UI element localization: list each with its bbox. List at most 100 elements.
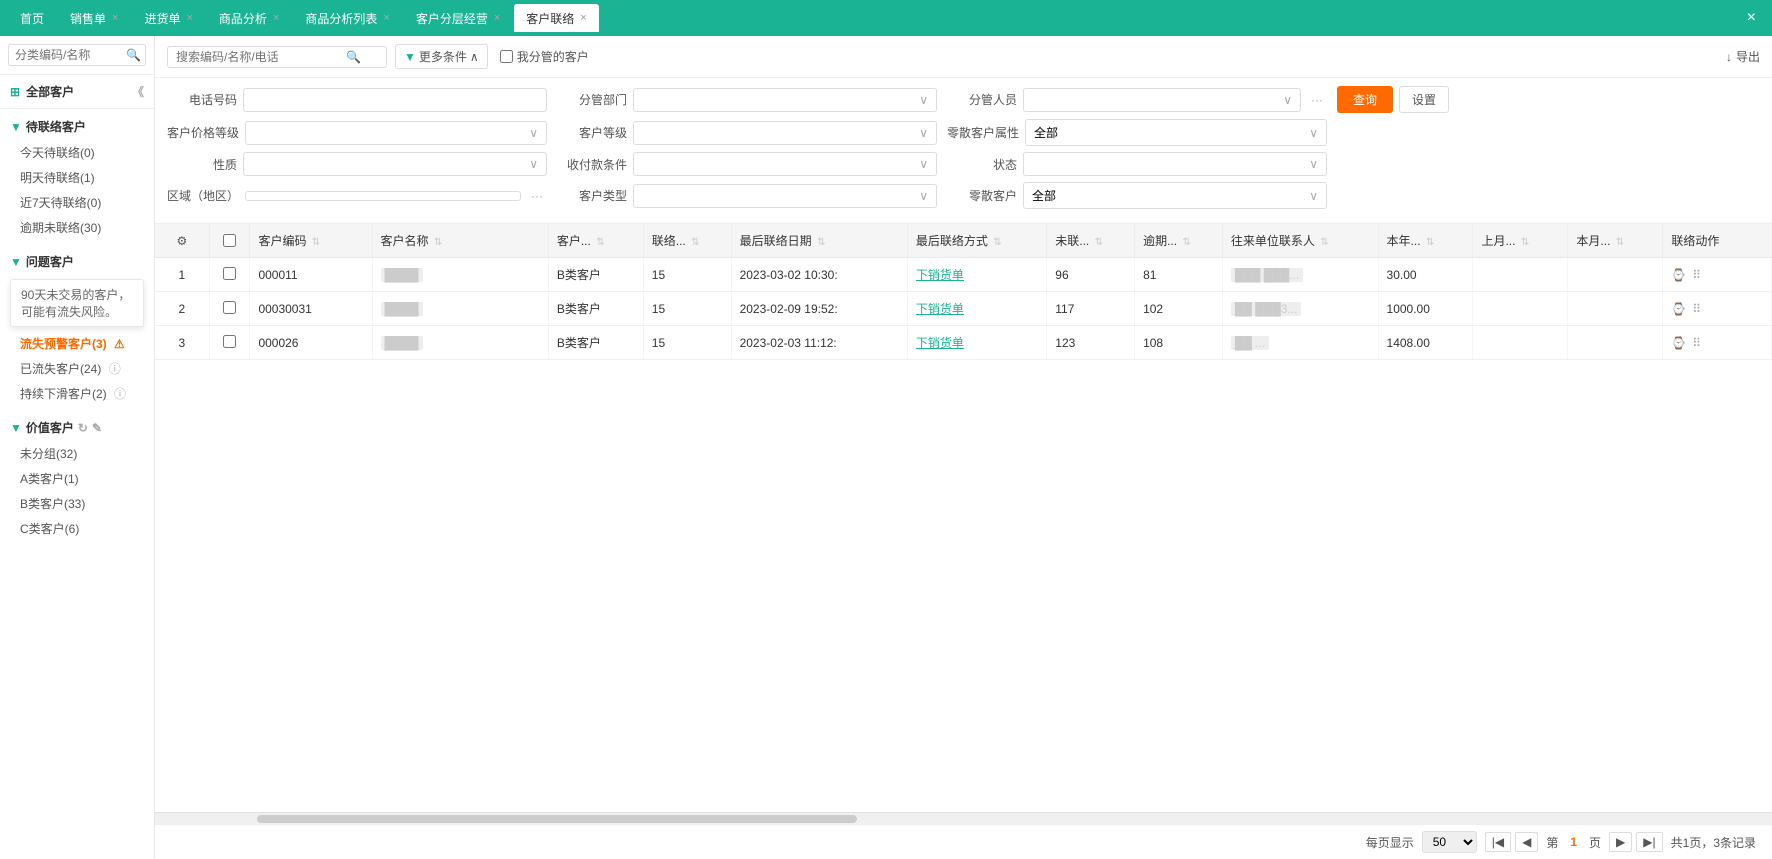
prev-page-btn[interactable]: ◀	[1515, 832, 1538, 852]
method-link-1[interactable]: 下销货单	[916, 302, 964, 316]
settings-button[interactable]: 设置	[1399, 86, 1449, 113]
settings-col-icon[interactable]: ⚙	[163, 234, 201, 248]
first-page-btn[interactable]: |◀	[1485, 832, 1511, 852]
window-close-button[interactable]: ×	[1739, 9, 1764, 27]
page-size-select[interactable]: 50 100	[1422, 831, 1477, 853]
tab-home[interactable]: 首页	[8, 4, 56, 32]
tab-analysis-list[interactable]: 商品分析列表 ×	[293, 4, 401, 32]
sort-name-icon[interactable]: ⇅	[434, 237, 442, 248]
th-settings[interactable]: ⚙	[155, 224, 209, 258]
sidebar-item-c-class[interactable]: C类客户(6)	[0, 516, 154, 541]
all-customers-item[interactable]: ⊞ 全部客户 《	[0, 75, 154, 109]
sidebar-item-declining[interactable]: 持续下滑客户(2) ⓘ	[0, 381, 154, 406]
next-page-btn[interactable]: ▶	[1609, 832, 1632, 852]
filter-field-price-tier: 客户价格等级 ∨	[167, 121, 547, 145]
chevron-dept-icon: ∨	[919, 93, 928, 107]
tab-analysis-list-close[interactable]: ×	[383, 12, 389, 24]
cell-method-0[interactable]: 下销货单	[907, 258, 1046, 292]
select-all-checkbox[interactable]	[223, 234, 236, 247]
filter-select-region[interactable]	[245, 191, 521, 201]
filter-select-payment[interactable]: ∨	[633, 152, 937, 176]
tab-customer-contact[interactable]: 客户联络 ×	[514, 4, 598, 32]
sidebar-item-a-class[interactable]: A类客户(1)	[0, 466, 154, 491]
sort-type-icon[interactable]: ⇅	[596, 237, 604, 248]
tab-analysis[interactable]: 商品分析 ×	[207, 4, 291, 32]
tab-customer-tier-close[interactable]: ×	[494, 12, 500, 24]
dots-manager-btn[interactable]: ···	[1307, 93, 1327, 107]
export-button[interactable]: ↓ 导出	[1726, 48, 1760, 65]
tab-customer-tier[interactable]: 客户分层经营 ×	[404, 4, 512, 32]
tab-analysis-close[interactable]: ×	[273, 12, 279, 24]
sort-liaison-icon[interactable]: ⇅	[1320, 237, 1328, 248]
cell-check-1[interactable]	[209, 292, 250, 326]
last-page-btn[interactable]: ▶|	[1636, 832, 1662, 852]
chevron-manager-icon: ∨	[1283, 93, 1292, 107]
sort-code-icon[interactable]: ⇅	[312, 237, 320, 248]
tab-customer-contact-close[interactable]: ×	[580, 12, 586, 24]
tab-purchase[interactable]: 进货单 ×	[132, 4, 204, 32]
row-checkbox-2[interactable]	[223, 335, 236, 348]
sidebar-item-today[interactable]: 今天待联络(0)	[0, 140, 154, 165]
more-actions-icon-0[interactable]: ⠿	[1692, 268, 1701, 282]
group-value-header[interactable]: ▼ 价值客户 ↻ ✎	[0, 414, 154, 441]
refresh-value-icon[interactable]: ↻	[78, 421, 88, 435]
group-problem-header[interactable]: ▼ 问题客户	[0, 248, 154, 275]
search-submit-icon[interactable]: 🔍	[346, 50, 361, 64]
th-check[interactable]	[209, 224, 250, 258]
sidebar-item-7days[interactable]: 近7天待联络(0)	[0, 190, 154, 215]
filter-select-status[interactable]: ∨	[1023, 152, 1327, 176]
sort-unlinked-icon[interactable]: ⇅	[1095, 237, 1103, 248]
more-actions-icon-1[interactable]: ⠿	[1692, 302, 1701, 316]
method-link-0[interactable]: 下销货单	[916, 268, 964, 282]
sort-date-icon[interactable]: ⇅	[817, 237, 825, 248]
group-pending-header[interactable]: ▼ 待联络客户	[0, 113, 154, 140]
tab-sales[interactable]: 销售单 ×	[58, 4, 130, 32]
sort-thismonth-icon[interactable]: ⇅	[1616, 237, 1624, 248]
cell-check-2[interactable]	[209, 326, 250, 360]
cell-method-1[interactable]: 下销货单	[907, 292, 1046, 326]
scroll-thumb[interactable]	[257, 815, 857, 823]
sort-lastmonth-icon[interactable]: ⇅	[1521, 237, 1529, 248]
horizontal-scrollbar[interactable]	[155, 812, 1772, 824]
sort-overdue-icon[interactable]: ⇅	[1182, 237, 1190, 248]
filter-select-price-tier[interactable]: ∨	[245, 121, 547, 145]
filter-button[interactable]: ▼ 更多条件 ∧	[395, 44, 488, 69]
tab-purchase-close[interactable]: ×	[186, 12, 192, 24]
my-customers-checkbox[interactable]	[500, 50, 513, 63]
contact-icon-2[interactable]: ⌚	[1671, 336, 1686, 350]
cell-method-2[interactable]: 下销货单	[907, 326, 1046, 360]
filter-select-dept[interactable]: ∨	[633, 88, 937, 112]
more-actions-icon-2[interactable]: ⠿	[1692, 336, 1701, 350]
contact-icon-1[interactable]: ⌚	[1671, 302, 1686, 316]
tab-sales-close[interactable]: ×	[112, 12, 118, 24]
method-link-2[interactable]: 下销货单	[916, 336, 964, 350]
filter-select-level[interactable]: ∨	[633, 121, 937, 145]
sidebar-item-overdue[interactable]: 逾期未联络(30)	[0, 215, 154, 240]
row-checkbox-1[interactable]	[223, 301, 236, 314]
sidebar-item-ungroup[interactable]: 未分组(32)	[0, 441, 154, 466]
dots-region-btn[interactable]: ···	[527, 189, 547, 203]
sidebar-item-churn-warning[interactable]: 流失预警客户(3) ⚠	[0, 331, 154, 356]
filter-select-nature[interactable]: ∨	[243, 152, 547, 176]
contact-icon-0[interactable]: ⌚	[1671, 268, 1686, 282]
cell-type-2: B类客户	[548, 326, 643, 360]
sidebar-item-b-class[interactable]: B类客户(33)	[0, 491, 154, 516]
edit-value-icon[interactable]: ✎	[92, 421, 102, 435]
table-header-row: ⚙ 客户编码 ⇅ 客户名称 ⇅	[155, 224, 1772, 258]
filter-select-scatter[interactable]: 全部 ∨	[1023, 182, 1327, 209]
sort-thisyear-icon[interactable]: ⇅	[1426, 237, 1434, 248]
query-button[interactable]: 查询	[1337, 86, 1393, 113]
filter-select-scatter-attr[interactable]: 全部 ∨	[1025, 119, 1327, 146]
sidebar-item-tomorrow[interactable]: 明天待联络(1)	[0, 165, 154, 190]
sort-contact-icon[interactable]: ⇅	[691, 237, 699, 248]
filter-select-ctype[interactable]: ∨	[633, 184, 937, 208]
sidebar-item-churned[interactable]: 已流失客户(24) ⓘ	[0, 356, 154, 381]
sort-method-icon[interactable]: ⇅	[993, 237, 1001, 248]
filter-input-phone[interactable]	[243, 88, 547, 112]
search-input[interactable]	[176, 50, 346, 64]
filter-label-ctype: 客户类型	[557, 187, 627, 204]
row-checkbox-0[interactable]	[223, 267, 236, 280]
cell-check-0[interactable]	[209, 258, 250, 292]
filter-actions: 查询 设置	[1337, 86, 1449, 113]
filter-select-manager[interactable]: ∨	[1023, 88, 1301, 112]
